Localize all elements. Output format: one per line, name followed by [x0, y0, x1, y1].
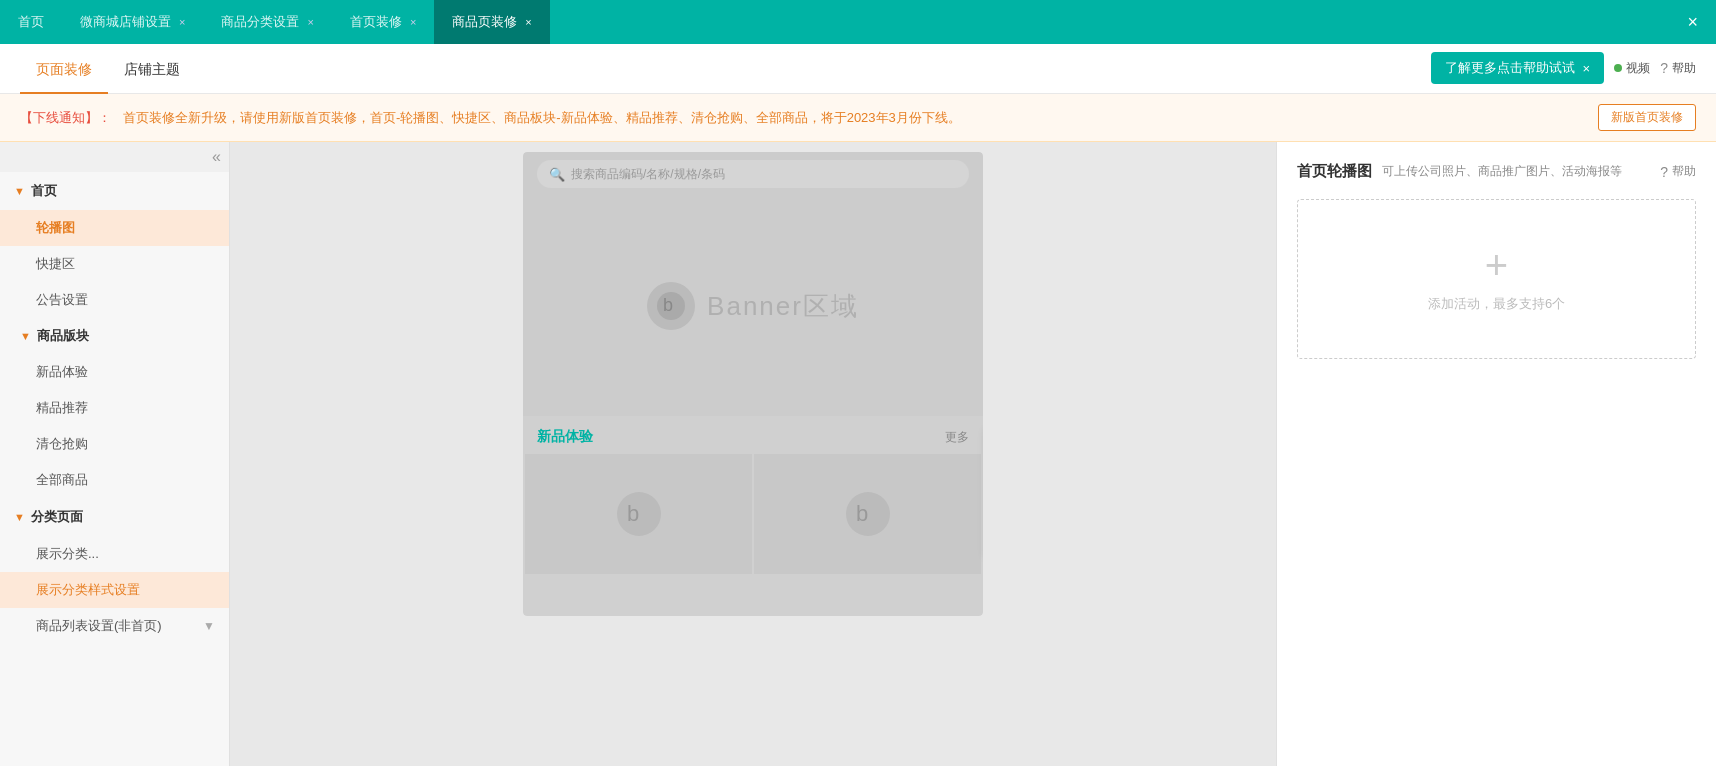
notice-text: 首页装修全新升级，请使用新版首页装修，首页-轮播图、快捷区、商品板块-新品体验、…	[123, 109, 961, 127]
sidebar-item-all-products[interactable]: 全部商品	[0, 462, 229, 498]
search-icon: 🔍	[549, 167, 565, 182]
help-question-icon: ?	[1660, 164, 1668, 180]
svg-text:b: b	[663, 295, 673, 315]
sidebar-item-show-category[interactable]: 展示分类...	[0, 536, 229, 572]
tab-close-home-decoration[interactable]: ×	[410, 16, 416, 28]
product-block-arrow-icon: ▼	[20, 330, 31, 342]
main-layout: « ▼ 首页 轮播图 快捷区 公告设置 ▼ 商品版块 新品体验 精品推荐 清仓抢…	[0, 142, 1716, 766]
sidebar-group-home[interactable]: ▼ 首页	[0, 172, 229, 210]
right-panel-subtitle: 可上传公司照片、商品推广图片、活动海报等	[1382, 163, 1622, 180]
collapse-icon: «	[212, 148, 221, 166]
right-panel-help-button[interactable]: ? 帮助	[1660, 163, 1696, 180]
sidebar: « ▼ 首页 轮播图 快捷区 公告设置 ▼ 商品版块 新品体验 精品推荐 清仓抢…	[0, 142, 230, 766]
tab-product-decoration[interactable]: 商品页装修 ×	[434, 0, 549, 44]
tab-home[interactable]: 首页	[0, 0, 62, 44]
subtab-page-decoration[interactable]: 页面装修	[20, 44, 108, 94]
tab-shop-settings[interactable]: 微商城店铺设置 ×	[62, 0, 203, 44]
right-panel: 首页轮播图 可上传公司照片、商品推广图片、活动海报等 ? 帮助 + 添加活动，最…	[1276, 142, 1716, 766]
top-right-area: 了解更多点击帮助试试 × 视频 ? 帮助	[1431, 52, 1696, 84]
video-link[interactable]: 视频	[1614, 60, 1650, 77]
window-close-button[interactable]: ×	[1669, 12, 1716, 33]
product-placeholder-icon-1: b	[614, 489, 664, 539]
sidebar-item-shortcut[interactable]: 快捷区	[0, 246, 229, 282]
product-section-header: 新品体验 更多	[523, 416, 983, 454]
banner-logo-icon: b	[647, 282, 695, 330]
product-card-2: b	[754, 454, 981, 574]
sidebar-item-category-style[interactable]: 展示分类样式设置	[0, 572, 229, 608]
add-banner-plus-icon: +	[1485, 245, 1508, 285]
banner-logo: b Banner区域	[647, 282, 859, 330]
right-panel-title-bar: 首页轮播图 可上传公司照片、商品推广图片、活动海报等 ? 帮助	[1297, 162, 1696, 181]
tab-close-shop-settings[interactable]: ×	[179, 16, 185, 28]
tab-close-category-settings[interactable]: ×	[307, 16, 313, 28]
center-preview: 🔍 搜索商品编码/名称/规格/条码 b Banner区域	[230, 142, 1276, 766]
product-grid: b b	[523, 454, 983, 576]
new-decoration-button[interactable]: 新版首页装修	[1598, 104, 1696, 131]
add-banner-text: 添加活动，最多支持6个	[1428, 295, 1565, 313]
help-label: 帮助	[1672, 60, 1696, 77]
phone-search-bar: 🔍 搜索商品编码/名称/规格/条码	[523, 152, 983, 196]
sidebar-group-category[interactable]: ▼ 分类页面	[0, 498, 229, 536]
notice-prefix: 【下线通知】：	[20, 109, 111, 127]
sidebar-item-new-experience[interactable]: 新品体验	[0, 354, 229, 390]
product-section-title: 新品体验	[537, 428, 593, 446]
phone-search-box: 🔍 搜索商品编码/名称/规格/条码	[537, 160, 969, 188]
sidebar-subgroup-product-block[interactable]: ▼ 商品版块	[0, 318, 229, 354]
video-dot-icon	[1614, 64, 1622, 72]
banner-area: b Banner区域	[523, 196, 983, 416]
tab-category-settings[interactable]: 商品分类设置 ×	[203, 0, 331, 44]
sidebar-expand-icon: ▼	[203, 619, 215, 633]
home-group-arrow-icon: ▼	[14, 185, 25, 197]
subtab-bar: 页面装修 店铺主题 了解更多点击帮助试试 × 视频 ? 帮助	[0, 44, 1716, 94]
notice-bar: 【下线通知】： 首页装修全新升级，请使用新版首页装修，首页-轮播图、快捷区、商品…	[0, 94, 1716, 142]
sidebar-collapse-button[interactable]: «	[0, 142, 229, 172]
product-placeholder-icon-2: b	[843, 489, 893, 539]
banner-text: Banner区域	[707, 289, 859, 324]
category-group-arrow-icon: ▼	[14, 511, 25, 523]
sidebar-item-banner[interactable]: 轮播图	[0, 210, 229, 246]
svg-text:b: b	[627, 501, 639, 526]
help-link[interactable]: ? 帮助	[1660, 60, 1696, 77]
help-banner-text: 了解更多点击帮助试试	[1445, 59, 1575, 77]
video-label: 视频	[1626, 60, 1650, 77]
tab-home-decoration[interactable]: 首页装修 ×	[332, 0, 434, 44]
tab-close-product-decoration[interactable]: ×	[525, 16, 531, 28]
sidebar-item-notice-settings[interactable]: 公告设置	[0, 282, 229, 318]
search-placeholder: 搜索商品编码/名称/规格/条码	[571, 166, 725, 183]
help-banner-button[interactable]: 了解更多点击帮助试试 ×	[1431, 52, 1605, 84]
sidebar-item-premium[interactable]: 精品推荐	[0, 390, 229, 426]
add-banner-button[interactable]: + 添加活动，最多支持6个	[1297, 199, 1696, 359]
sidebar-item-product-list[interactable]: 商品列表设置(非首页) ▼	[0, 608, 229, 644]
tab-bar: 首页 微商城店铺设置 × 商品分类设置 × 首页装修 × 商品页装修 × ×	[0, 0, 1716, 44]
phone-preview: 🔍 搜索商品编码/名称/规格/条码 b Banner区域	[523, 152, 983, 616]
product-section: 新品体验 更多 b b	[523, 416, 983, 616]
right-panel-title: 首页轮播图	[1297, 162, 1372, 181]
help-banner-close[interactable]: ×	[1583, 61, 1591, 76]
subtab-shop-theme[interactable]: 店铺主题	[108, 44, 196, 94]
product-card-1: b	[525, 454, 752, 574]
sidebar-item-clearance[interactable]: 清仓抢购	[0, 426, 229, 462]
product-section-more[interactable]: 更多	[945, 429, 969, 446]
right-panel-help-label: 帮助	[1672, 163, 1696, 180]
svg-text:b: b	[856, 501, 868, 526]
